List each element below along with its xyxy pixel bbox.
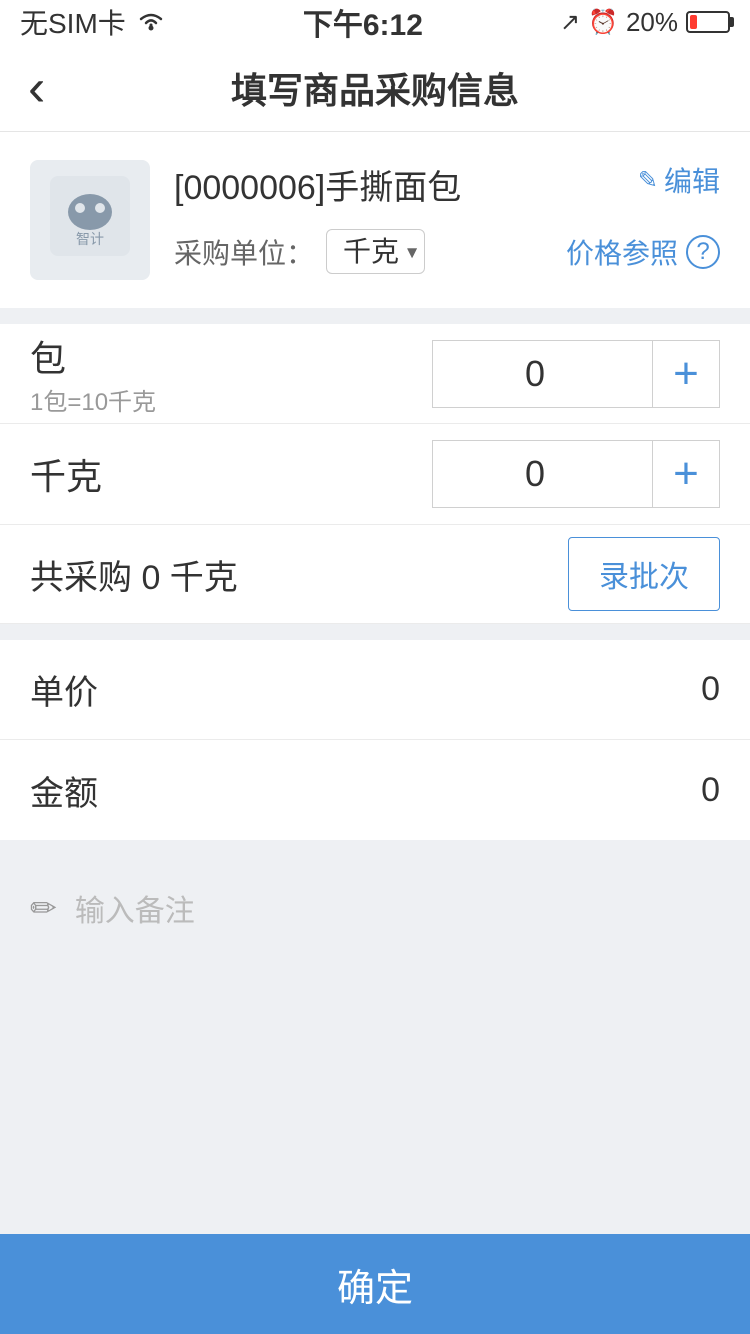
package-plus-button[interactable]: + xyxy=(652,340,720,408)
confirm-button[interactable]: 确定 xyxy=(0,1234,750,1334)
divider-2 xyxy=(0,624,750,640)
input-section: 包 1包=10千克 + 千克 + xyxy=(0,324,750,524)
edit-icon: ✎ xyxy=(638,166,658,195)
kg-input[interactable] xyxy=(432,440,652,508)
wifi-icon xyxy=(136,6,166,38)
battery-percent: 20% xyxy=(626,7,678,38)
unit-label: 采购单位： xyxy=(174,232,314,272)
package-label-group: 包 1包=10千克 xyxy=(30,330,432,417)
purchase-unit-row: 采购单位： 千克 包 ▾ 价格参照 ? xyxy=(174,229,720,274)
divider-1 xyxy=(0,308,750,324)
divider-3 xyxy=(0,840,750,856)
status-bar: 无SIM卡 下午6:12 ↗ ⏰ 20% xyxy=(0,0,750,44)
package-input-controls: + xyxy=(432,340,720,408)
price-ref-label: 价格参照 xyxy=(566,232,678,272)
amount-value: 0 xyxy=(701,771,720,810)
package-label: 包 xyxy=(30,330,432,382)
price-ref-help-icon: ? xyxy=(686,235,720,269)
summary-row: 共采购 0 千克 录批次 xyxy=(0,524,750,624)
product-info: [0000006]手撕面包 ✎ 编辑 采购单位： 千克 包 ▾ 价格参照 ? xyxy=(174,160,720,274)
amount-label: 金额 xyxy=(30,766,98,815)
alarm-icon: ⏰ xyxy=(588,8,618,37)
package-input-row: 包 1包=10千克 + xyxy=(0,324,750,424)
record-batch-button[interactable]: 录批次 xyxy=(568,537,720,611)
kg-input-row: 千克 + xyxy=(0,424,750,524)
product-name: [0000006]手撕面包 xyxy=(174,160,461,209)
product-card: 智计 [0000006]手撕面包 ✎ 编辑 采购单位： 千克 包 ▾ xyxy=(0,132,750,308)
price-value: 0 xyxy=(701,670,720,709)
status-left: 无SIM卡 xyxy=(20,2,166,42)
unit-selector-group: 采购单位： 千克 包 ▾ xyxy=(174,229,425,274)
page-title: 填写商品采购信息 xyxy=(231,62,519,114)
price-label: 单价 xyxy=(30,665,98,714)
amount-row: 金额 0 xyxy=(0,740,750,840)
product-image: 智计 xyxy=(30,160,150,280)
edit-button[interactable]: ✎ 编辑 xyxy=(638,160,720,200)
product-logo: 智计 xyxy=(50,176,130,264)
svg-text:智计: 智计 xyxy=(76,231,104,247)
status-right: ↗ ⏰ 20% xyxy=(560,7,730,38)
product-header: [0000006]手撕面包 ✎ 编辑 xyxy=(174,160,720,209)
status-time: 下午6:12 xyxy=(303,0,423,44)
price-row: 单价 0 xyxy=(0,640,750,740)
package-sublabel: 1包=10千克 xyxy=(30,382,432,417)
pencil-icon: ✏ xyxy=(30,889,57,927)
detail-section: 单价 0 金额 0 xyxy=(0,640,750,840)
edit-label: 编辑 xyxy=(664,160,720,200)
unit-select-wrapper[interactable]: 千克 包 ▾ xyxy=(314,229,425,274)
kg-label: 千克 xyxy=(30,448,432,500)
location-icon: ↗ xyxy=(560,8,580,37)
content-body xyxy=(0,960,750,1260)
notes-placeholder: 输入备注 xyxy=(75,886,195,930)
unit-select[interactable]: 千克 包 xyxy=(326,229,425,274)
battery-icon xyxy=(686,11,730,33)
kg-input-controls: + xyxy=(432,440,720,508)
carrier-text: 无SIM卡 xyxy=(20,2,126,42)
kg-label-group: 千克 xyxy=(30,448,432,500)
package-input[interactable] xyxy=(432,340,652,408)
summary-text: 共采购 0 千克 xyxy=(30,550,238,599)
price-ref-button[interactable]: 价格参照 ? xyxy=(566,232,720,272)
nav-bar: ‹ 填写商品采购信息 xyxy=(0,44,750,132)
notes-section[interactable]: ✏ 输入备注 xyxy=(0,856,750,960)
kg-plus-button[interactable]: + xyxy=(652,440,720,508)
back-button[interactable]: ‹ xyxy=(28,58,45,118)
